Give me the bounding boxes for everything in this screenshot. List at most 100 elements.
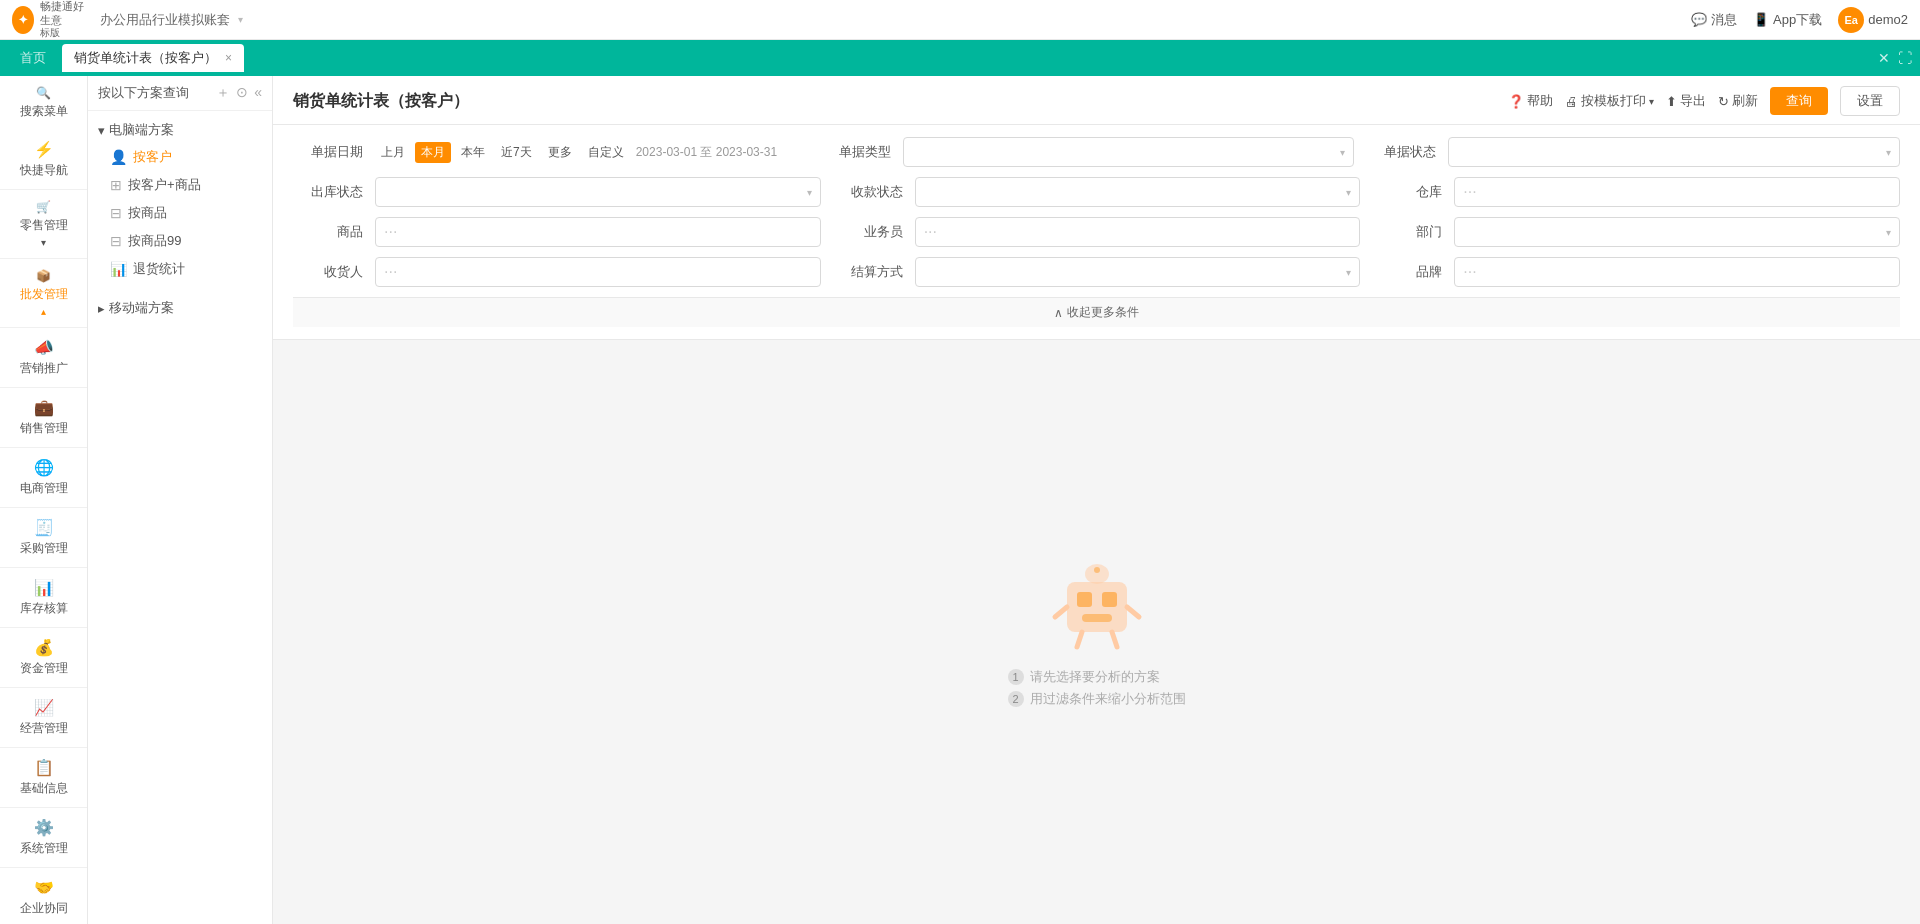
sidebar-item-marketing[interactable]: 📣 营销推广 (0, 328, 87, 388)
out-status-select[interactable]: ▾ (375, 177, 821, 207)
tab-sales-stat[interactable]: 销货单统计表（按客户） × (62, 44, 244, 72)
sidebar-item-basic[interactable]: 📋 基础信息 (0, 748, 87, 808)
scheme-table2-icon: ⊟ (110, 233, 122, 249)
empty-state: 1 请先选择要分析的方案 2 用过滤条件来缩小分析范围 (273, 340, 1920, 924)
left-panel: 按以下方案查询 ＋ ⊙ « ▾ 电脑端方案 👤 按客户 ⊞ 按客 (88, 76, 273, 924)
app-download-button[interactable]: 📱 App下载 (1753, 11, 1822, 29)
settlement-select[interactable]: ▾ (915, 257, 1361, 287)
dept-select[interactable]: ▾ (1454, 217, 1900, 247)
svg-rect-2 (1102, 592, 1117, 607)
tab-close-icon[interactable]: × (225, 51, 232, 65)
finance-icon: 💰 (34, 638, 54, 657)
wholesale-arrow-icon: ▴ (41, 306, 46, 317)
warehouse-select[interactable]: ··· (1454, 177, 1900, 207)
content-area: 按以下方案查询 ＋ ⊙ « ▾ 电脑端方案 👤 按客户 ⊞ 按客 (88, 76, 1920, 924)
top-bar-right: 💬 消息 📱 App下载 Ea demo2 (1691, 7, 1908, 33)
sidebar-item-operation[interactable]: 📈 经营管理 (0, 688, 87, 748)
settings-scheme-icon[interactable]: ⊙ (236, 84, 248, 102)
refresh-button[interactable]: ↻ 刷新 (1718, 92, 1758, 110)
sidebar: 🔍 搜索菜单 ⚡ 快捷导航 🛒 零售管理 ▾ 📦 批发管理 ▴ 📣 营销推广 (0, 76, 88, 924)
collapse-panel-icon[interactable]: « (254, 84, 262, 102)
settings-button[interactable]: 设置 (1840, 86, 1900, 116)
shortcuts-icon: ⚡ (34, 140, 54, 159)
sidebar-item-search[interactable]: 🔍 搜索菜单 (0, 76, 87, 130)
window-close-icon[interactable]: ✕ (1878, 50, 1890, 66)
svg-line-5 (1127, 607, 1139, 617)
date-last-month[interactable]: 上月 (375, 142, 411, 163)
filter-row-4: 收货人 ··· 结算方式 ▾ 品牌 ··· (293, 257, 1900, 287)
goods-label: 商品 (293, 223, 363, 241)
logo-icon: ✦ (12, 6, 34, 34)
collapse-icon: ∧ (1054, 306, 1063, 320)
empty-state-hints: 1 请先选择要分析的方案 2 用过滤条件来缩小分析范围 (1008, 668, 1186, 712)
brand-select[interactable]: ··· (1454, 257, 1900, 287)
window-maximize-icon[interactable]: ⛶ (1898, 50, 1912, 66)
recipient-select[interactable]: ··· (375, 257, 821, 287)
scheme-item-by-customer-goods[interactable]: ⊞ 按客户+商品 (88, 171, 272, 199)
svg-rect-3 (1082, 614, 1112, 622)
main-layout: 🔍 搜索菜单 ⚡ 快捷导航 🛒 零售管理 ▾ 📦 批发管理 ▴ 📣 营销推广 (0, 76, 1920, 924)
scheme-item-return-stat[interactable]: 📊 退货统计 (88, 255, 272, 283)
industry-title: 办公用品行业模拟账套 ▾ (100, 11, 1683, 29)
voucher-type-select[interactable]: ▾ (903, 137, 1355, 167)
sidebar-item-finance[interactable]: 💰 资金管理 (0, 628, 87, 688)
sidebar-item-system[interactable]: ⚙️ 系统管理 (0, 808, 87, 868)
date-last-7days[interactable]: 近7天 (495, 142, 538, 163)
svg-point-9 (1094, 567, 1100, 573)
salesperson-select[interactable]: ··· (915, 217, 1361, 247)
scheme-group-mobile-header[interactable]: ▸ 移动端方案 (88, 295, 272, 321)
message-button[interactable]: 💬 消息 (1691, 11, 1737, 29)
payment-status-select[interactable]: ▾ (915, 177, 1361, 207)
brand-dots-icon: ··· (1463, 263, 1476, 281)
svg-line-7 (1112, 632, 1117, 647)
sidebar-item-shortcuts[interactable]: ⚡ 快捷导航 (0, 130, 87, 190)
svg-line-6 (1077, 632, 1082, 647)
scheme-chart-icon: 📊 (110, 261, 127, 277)
query-button[interactable]: 查询 (1770, 87, 1828, 115)
search-icon: 🔍 (36, 86, 51, 100)
sidebar-item-purchase[interactable]: 🧾 采购管理 (0, 508, 87, 568)
collapse-bar[interactable]: ∧ 收起更多条件 (293, 297, 1900, 327)
tab-home[interactable]: 首页 (8, 44, 58, 72)
basic-icon: 📋 (34, 758, 54, 777)
date-more[interactable]: 更多 (542, 142, 578, 163)
voucher-type-dropdown-icon: ▾ (1340, 147, 1345, 158)
settlement-label: 结算方式 (833, 263, 903, 281)
date-control: 上月 本月 本年 近7天 更多 自定义 2023-03-01 至 2023-03… (375, 142, 809, 163)
scheme-table-icon: ⊟ (110, 205, 122, 221)
sidebar-item-ecom[interactable]: 🌐 电商管理 (0, 448, 87, 508)
sidebar-group-wholesale[interactable]: 📦 批发管理 ▴ (0, 259, 87, 328)
date-custom[interactable]: 自定义 (582, 142, 630, 163)
scheme-item-by-goods[interactable]: ⊟ 按商品 (88, 199, 272, 227)
filter-row-2: 出库状态 ▾ 收款状态 ▾ 仓库 ··· (293, 177, 1900, 207)
print-button[interactable]: 🖨 按模板打印 ▾ (1565, 92, 1654, 110)
export-button[interactable]: ⬆ 导出 (1666, 92, 1706, 110)
svg-rect-1 (1077, 592, 1092, 607)
print-icon: 🖨 (1565, 94, 1578, 109)
scheme-group-desktop-header[interactable]: ▾ 电脑端方案 (88, 117, 272, 143)
out-status-label: 出库状态 (293, 183, 363, 201)
date-this-year[interactable]: 本年 (455, 142, 491, 163)
goods-select[interactable]: ··· (375, 217, 821, 247)
date-shortcuts: 上月 本月 本年 近7天 更多 自定义 (375, 142, 630, 163)
user-menu[interactable]: Ea demo2 (1838, 7, 1908, 33)
add-scheme-icon[interactable]: ＋ (216, 84, 230, 102)
hint-item-1: 1 请先选择要分析的方案 (1008, 668, 1186, 686)
scheme-item-by-customer[interactable]: 👤 按客户 (88, 143, 272, 171)
system-icon: ⚙️ (34, 818, 54, 837)
industry-dropdown-icon[interactable]: ▾ (238, 14, 243, 25)
settlement-dropdown-icon: ▾ (1346, 267, 1351, 278)
voucher-status-select[interactable]: ▾ (1448, 137, 1900, 167)
retail-arrow-icon: ▾ (41, 237, 46, 248)
avatar: Ea (1838, 7, 1864, 33)
dept-dropdown-icon: ▾ (1886, 227, 1891, 238)
app-download-icon: 📱 (1753, 12, 1769, 27)
sidebar-item-sales[interactable]: 💼 销售管理 (0, 388, 87, 448)
date-this-month[interactable]: 本月 (415, 142, 451, 163)
ecom-icon: 🌐 (34, 458, 54, 477)
help-button[interactable]: ❓ 帮助 (1508, 92, 1553, 110)
scheme-item-by-goods-99[interactable]: ⊟ 按商品99 (88, 227, 272, 255)
sidebar-group-retail[interactable]: 🛒 零售管理 ▾ (0, 190, 87, 259)
sidebar-item-enterprise[interactable]: 🤝 企业协同 (0, 868, 87, 924)
sidebar-item-inventory[interactable]: 📊 库存核算 (0, 568, 87, 628)
